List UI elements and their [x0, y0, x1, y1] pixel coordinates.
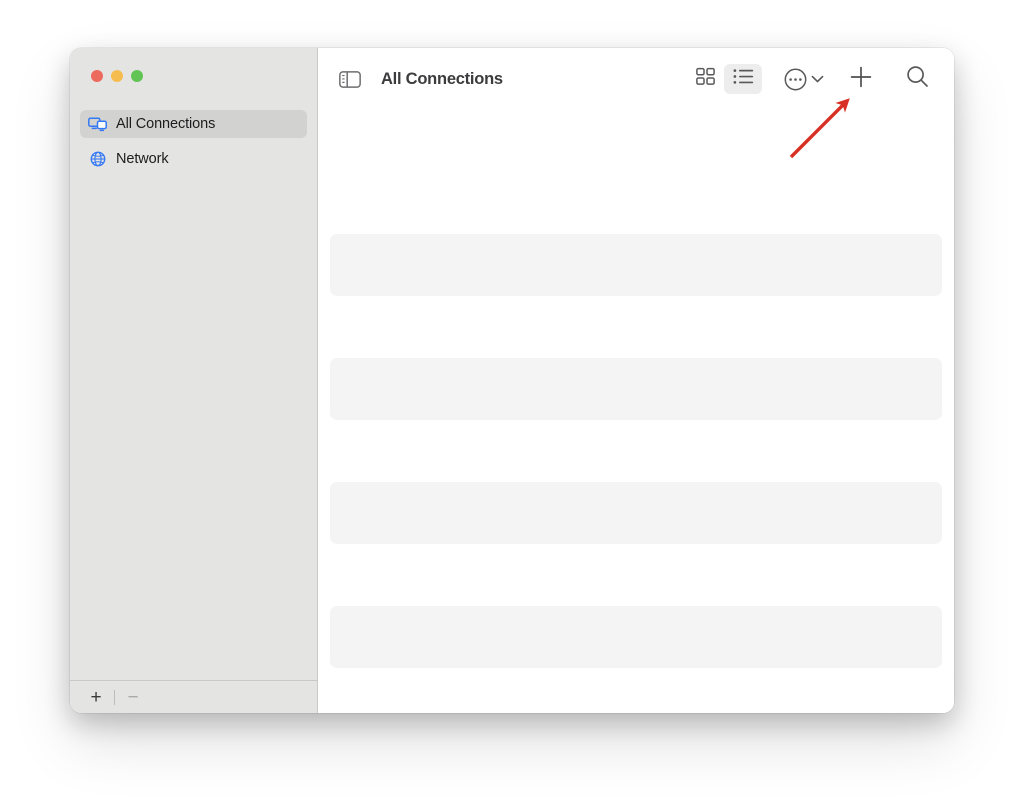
plus-icon: [849, 65, 873, 94]
zoom-window-button[interactable]: [131, 70, 143, 82]
remove-item-button[interactable]: −: [118, 685, 148, 709]
page-title: All Connections: [381, 69, 503, 88]
list-item[interactable]: [330, 358, 942, 420]
list-item[interactable]: [330, 234, 942, 296]
chevron-down-icon[interactable]: [811, 74, 824, 84]
app-window: All Connections Network + − All Connecti…: [70, 48, 954, 713]
list-item[interactable]: [330, 482, 942, 544]
list-view-icon: [733, 68, 754, 90]
add-item-button[interactable]: +: [81, 685, 111, 709]
close-window-button[interactable]: [91, 70, 103, 82]
sidebar-item-all-connections[interactable]: All Connections: [80, 110, 307, 138]
traffic-light-controls: [70, 48, 317, 100]
ellipsis-circle-icon[interactable]: [784, 68, 807, 91]
sidebar-item-list: All Connections Network: [70, 100, 317, 680]
toolbar: All Connections: [318, 48, 954, 110]
list-view-button[interactable]: [724, 64, 762, 94]
sidebar-item-label: Network: [116, 150, 169, 167]
globe-icon: [88, 151, 107, 168]
toolbar-left-group: All Connections: [339, 70, 503, 89]
search-icon: [906, 65, 929, 93]
list-item[interactable]: [330, 606, 942, 668]
sidebar-item-network[interactable]: Network: [80, 145, 307, 173]
search-button[interactable]: [898, 64, 936, 94]
displays-icon: [88, 116, 107, 133]
grid-view-button[interactable]: [686, 64, 724, 94]
sidebar: All Connections Network + −: [70, 48, 318, 713]
grid-view-icon: [695, 67, 715, 91]
sidebar-footer-bar: + −: [70, 680, 317, 713]
add-connection-button[interactable]: [842, 64, 880, 94]
sidebar-toggle-icon[interactable]: [339, 70, 361, 88]
more-options-group[interactable]: [784, 68, 824, 91]
sidebar-item-label: All Connections: [116, 115, 216, 132]
desktop-background: All Connections Network + − All Connecti…: [0, 0, 1024, 806]
content-area: All Connections: [318, 48, 954, 713]
toolbar-right-group: [686, 64, 936, 94]
footer-divider: [114, 689, 115, 705]
minimize-window-button[interactable]: [111, 70, 123, 82]
connections-list: [318, 110, 954, 713]
